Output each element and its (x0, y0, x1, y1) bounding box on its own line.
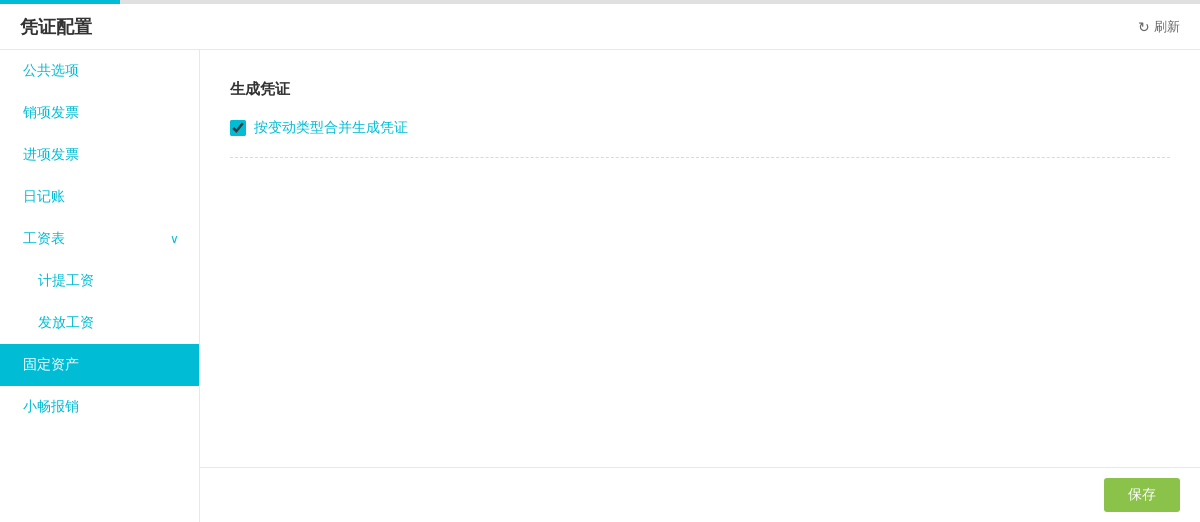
sidebar-item-sales-invoice[interactable]: 销项发票 (0, 92, 199, 134)
sidebar-item-public-options[interactable]: 公共选项 (0, 50, 199, 92)
chevron-down-icon: ∨ (170, 232, 179, 246)
merge-by-type-row: 按变动类型合并生成凭证 (230, 119, 1170, 137)
page-title: 凭证配置 (20, 15, 92, 39)
footer: 保存 (200, 467, 1200, 522)
merge-by-type-checkbox[interactable] (230, 120, 246, 136)
refresh-label: 刷新 (1154, 18, 1180, 36)
sidebar: 公共选项销项发票进项发票日记账工资表 ∨ 计提工资发放工资固定资产小畅报销 (0, 50, 200, 522)
sidebar-item-payroll-release[interactable]: 发放工资 (0, 302, 199, 344)
main-container: 公共选项销项发票进项发票日记账工资表 ∨ 计提工资发放工资固定资产小畅报销 生成凭证… (0, 50, 1200, 522)
sidebar-item-label-expense-report: 小畅报销 (23, 398, 79, 416)
sidebar-item-label-payroll-accrual: 计提工资 (38, 272, 94, 290)
sidebar-item-label-purchase-invoice: 进项发票 (23, 146, 79, 164)
merge-by-type-label[interactable]: 按变动类型合并生成凭证 (254, 119, 408, 137)
sidebar-item-label-journal: 日记账 (23, 188, 65, 206)
sidebar-item-label-public-options: 公共选项 (23, 62, 79, 80)
sidebar-item-expense-report[interactable]: 小畅报销 (0, 386, 199, 428)
active-tab-indicator (0, 0, 120, 4)
top-tab-bar (0, 0, 1200, 4)
sidebar-item-label-payroll: 工资表 (23, 230, 65, 248)
sidebar-item-purchase-invoice[interactable]: 进项发票 (0, 134, 199, 176)
page-header: 凭证配置 ↻ 刷新 (0, 4, 1200, 50)
sidebar-item-journal[interactable]: 日记账 (0, 176, 199, 218)
sidebar-item-payroll[interactable]: 工资表 ∨ (0, 218, 199, 260)
sidebar-item-label-payroll-release: 发放工资 (38, 314, 94, 332)
save-button[interactable]: 保存 (1104, 478, 1180, 512)
sidebar-item-label-fixed-assets: 固定资产 (23, 356, 79, 374)
refresh-icon: ↻ (1138, 19, 1150, 35)
sidebar-item-payroll-accrual[interactable]: 计提工资 (0, 260, 199, 302)
content-area: 生成凭证 按变动类型合并生成凭证 (200, 50, 1200, 522)
section-title: 生成凭证 (230, 80, 1170, 99)
sidebar-item-fixed-assets[interactable]: 固定资产 (0, 344, 199, 386)
section-divider (230, 157, 1170, 158)
refresh-button[interactable]: ↻ 刷新 (1138, 18, 1180, 36)
sidebar-item-label-sales-invoice: 销项发票 (23, 104, 79, 122)
